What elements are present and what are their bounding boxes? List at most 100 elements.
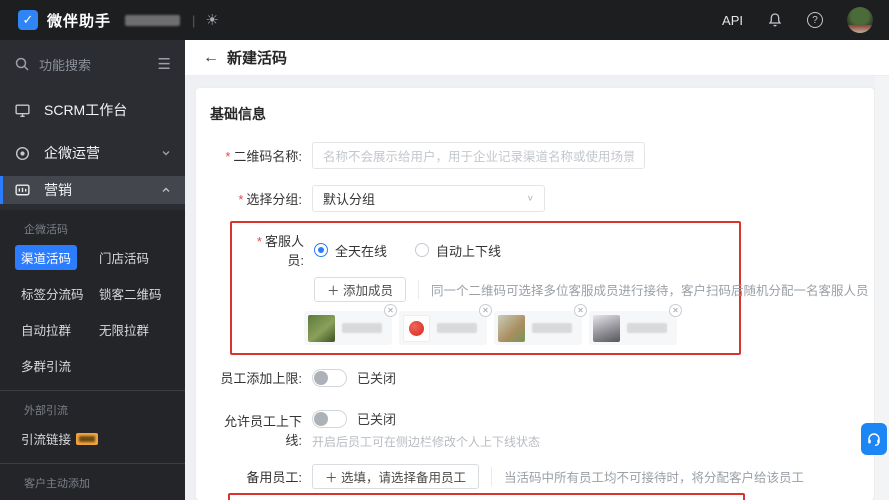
brand-name: 微伴助手 [47, 12, 112, 30]
add-member-button[interactable]: ＋ 添加成员 [314, 277, 406, 302]
sidebar-item-marketing[interactable]: 营销 [0, 176, 185, 204]
member-avatar [308, 314, 335, 342]
submenu-item-unlimited-group[interactable]: 无限拉群 [93, 317, 155, 342]
sidebar-item-label: 企微运营 [44, 145, 100, 161]
submenu-item-traffic-link[interactable]: 引流链接 [15, 426, 104, 451]
qr-name-row: * 二维码名称: 名称不会展示给用户，用于企业记录渠道名称或使用场景 [210, 142, 874, 169]
submenu-item-store-code[interactable]: 门店活码 [93, 245, 155, 270]
limit-status: 已关闭 [357, 371, 397, 386]
submenu-item-label: 引流链接 [21, 433, 72, 447]
chevron-down-icon [162, 151, 170, 156]
workbench-icon [15, 103, 30, 117]
brand-logo-icon: ✓ [18, 10, 38, 30]
remove-member-icon[interactable]: ✕ [574, 304, 587, 317]
member-name-redacted [532, 323, 572, 333]
group-select-value: 默认分组 [323, 192, 376, 207]
sidebar-item-scrm[interactable]: SCRM工作台 [0, 97, 185, 123]
submenu-item-channel-code[interactable]: 渠道活码 [15, 245, 78, 270]
top-bar: ✓ 微伴助手 | ☀ API ? [0, 0, 889, 40]
tag-annotation-box: 客户标签: 已关闭 [228, 493, 745, 500]
search-icon [15, 57, 29, 71]
submenu-item-auto-group[interactable]: 自动拉群 [15, 317, 77, 342]
updown-toggle[interactable] [312, 409, 347, 428]
remove-member-icon[interactable]: ✕ [479, 304, 492, 317]
radio-always-online-label: 全天在线 [335, 243, 388, 259]
backup-hint: 当活码中所有员工均不可接待时，将分配客户给该员工 [490, 467, 804, 486]
form-card: 基础信息 * 二维码名称: 名称不会展示给用户，用于企业记录渠道名称或使用场景 *… [196, 88, 874, 500]
member-chip: ✕ [399, 304, 492, 345]
updown-status: 已关闭 [357, 412, 397, 427]
main-content: ← 新建活码 基础信息 * 二维码名称: 名称不会展示给用户，用于企业记录渠道名称… [185, 40, 889, 500]
member-chip: ✕ [304, 304, 397, 345]
marketing-icon [15, 183, 30, 195]
back-arrow-icon[interactable]: ← [203, 49, 219, 67]
operations-icon [15, 146, 30, 160]
page-title: 新建活码 [227, 50, 288, 67]
member-avatar [498, 314, 525, 342]
remove-member-icon[interactable]: ✕ [384, 304, 397, 317]
submenu-item-tag-split[interactable]: 标签分流码 [15, 281, 90, 306]
limit-row: 员工添加上限: 已关闭 [210, 368, 874, 387]
staff-label: * 客服人员: [242, 231, 304, 269]
radio-auto-updown-label: 自动上下线 [436, 243, 502, 259]
org-name-redacted [125, 14, 181, 26]
bell-icon[interactable] [767, 12, 783, 28]
sidebar-item-label: 营销 [44, 182, 72, 198]
member-chip: ✕ [589, 304, 682, 345]
group-label: * 选择分组: [210, 189, 302, 208]
section-title: 基础信息 [210, 106, 266, 122]
updown-hint: 开启后员工可在侧边栏修改个人上下线状态 [312, 435, 541, 449]
marketing-submenu: 企微活码 渠道活码 门店活码 标签分流码 锁客二维码 自动拉群 无限拉群 多群引… [0, 210, 185, 500]
required-mark: * [225, 149, 231, 164]
limit-toggle[interactable] [312, 368, 347, 387]
group-row: * 选择分组: 默认分组 ∨ [210, 185, 874, 212]
radio-always-online[interactable] [314, 243, 328, 257]
help-icon[interactable]: ? [807, 12, 823, 28]
label-text: 选择分组: [246, 192, 302, 207]
topbar-separator: | [192, 12, 196, 28]
staff-row: * 客服人员: 全天在线 自动上下线 [242, 231, 729, 269]
chevron-down-icon: ∨ [526, 194, 534, 203]
customer-support-button[interactable] [861, 423, 887, 455]
headset-icon [868, 433, 880, 446]
sidebar-item-qiwei[interactable]: 企微运营 [0, 140, 185, 166]
api-link[interactable]: API [722, 13, 743, 28]
member-name-redacted [627, 323, 667, 333]
backup-row: 备用员工: ＋ 选填，请选择备用员工 当活码中所有员工均不可接待时，将分配客户给… [210, 464, 874, 489]
qr-name-label: * 二维码名称: [210, 146, 302, 165]
chevron-up-icon [162, 187, 170, 192]
updown-row: 允许员工上下线: 已关闭 开启后员工可在侧边栏修改个人上下线状态 [210, 409, 874, 450]
remove-member-icon[interactable]: ✕ [669, 304, 682, 317]
sidebar-item-label: SCRM工作台 [44, 102, 128, 118]
promo-badge [76, 432, 99, 445]
search-placeholder: 功能搜索 [39, 57, 92, 73]
member-name-redacted [342, 323, 382, 333]
label-text: 二维码名称: [233, 149, 302, 164]
submenu-section-title: 客户主动添加 [24, 478, 90, 490]
page-header: ← 新建活码 [185, 40, 889, 76]
submenu-section-title: 企微活码 [24, 224, 68, 236]
submenu-item-lock-qr[interactable]: 锁客二维码 [93, 281, 168, 306]
member-chips: ✕ ✕ ✕ ✕ [242, 304, 729, 345]
qr-name-placeholder: 名称不会展示给用户，用于企业记录渠道名称或使用场景 [323, 150, 634, 164]
member-avatar [403, 314, 430, 342]
staff-annotation-box: * 客服人员: 全天在线 自动上下线 ＋ 添加成员 同一个二维码可选择多位客服成员… [230, 221, 869, 355]
required-mark: * [256, 234, 262, 249]
add-member-row: ＋ 添加成员 同一个二维码可选择多位客服成员进行接待，客户扫码后随机分配一名客服… [242, 277, 869, 302]
qr-name-input[interactable]: 名称不会展示给用户，用于企业记录渠道名称或使用场景 [312, 142, 645, 169]
updown-label: 允许员工上下线: [223, 414, 302, 448]
required-mark: * [238, 192, 244, 207]
collapse-menu-icon[interactable]: ☰ [158, 55, 171, 73]
submenu-item-multi-group[interactable]: 多群引流 [15, 353, 77, 378]
sidebar: 功能搜索 ☰ SCRM工作台 企微运营 营销 企微活码 渠道活码 门店活码 标签… [0, 40, 185, 500]
radio-auto-updown[interactable] [415, 243, 430, 257]
limit-label: 员工添加上限: [220, 371, 302, 386]
label-text: 客服人员: [264, 234, 304, 268]
backup-select-button[interactable]: ＋ 选填，请选择备用员工 [312, 464, 479, 489]
backup-label: 备用员工: [246, 470, 302, 485]
group-select[interactable]: 默认分组 ∨ [312, 185, 545, 212]
user-avatar[interactable] [847, 7, 873, 33]
theme-sun-icon[interactable]: ☀ [205, 11, 218, 29]
sidebar-search[interactable]: 功能搜索 ☰ [0, 48, 185, 80]
add-member-hint: 同一个二维码可选择多位客服成员进行接待，客户扫码后随机分配一名客服人员 [417, 280, 869, 299]
